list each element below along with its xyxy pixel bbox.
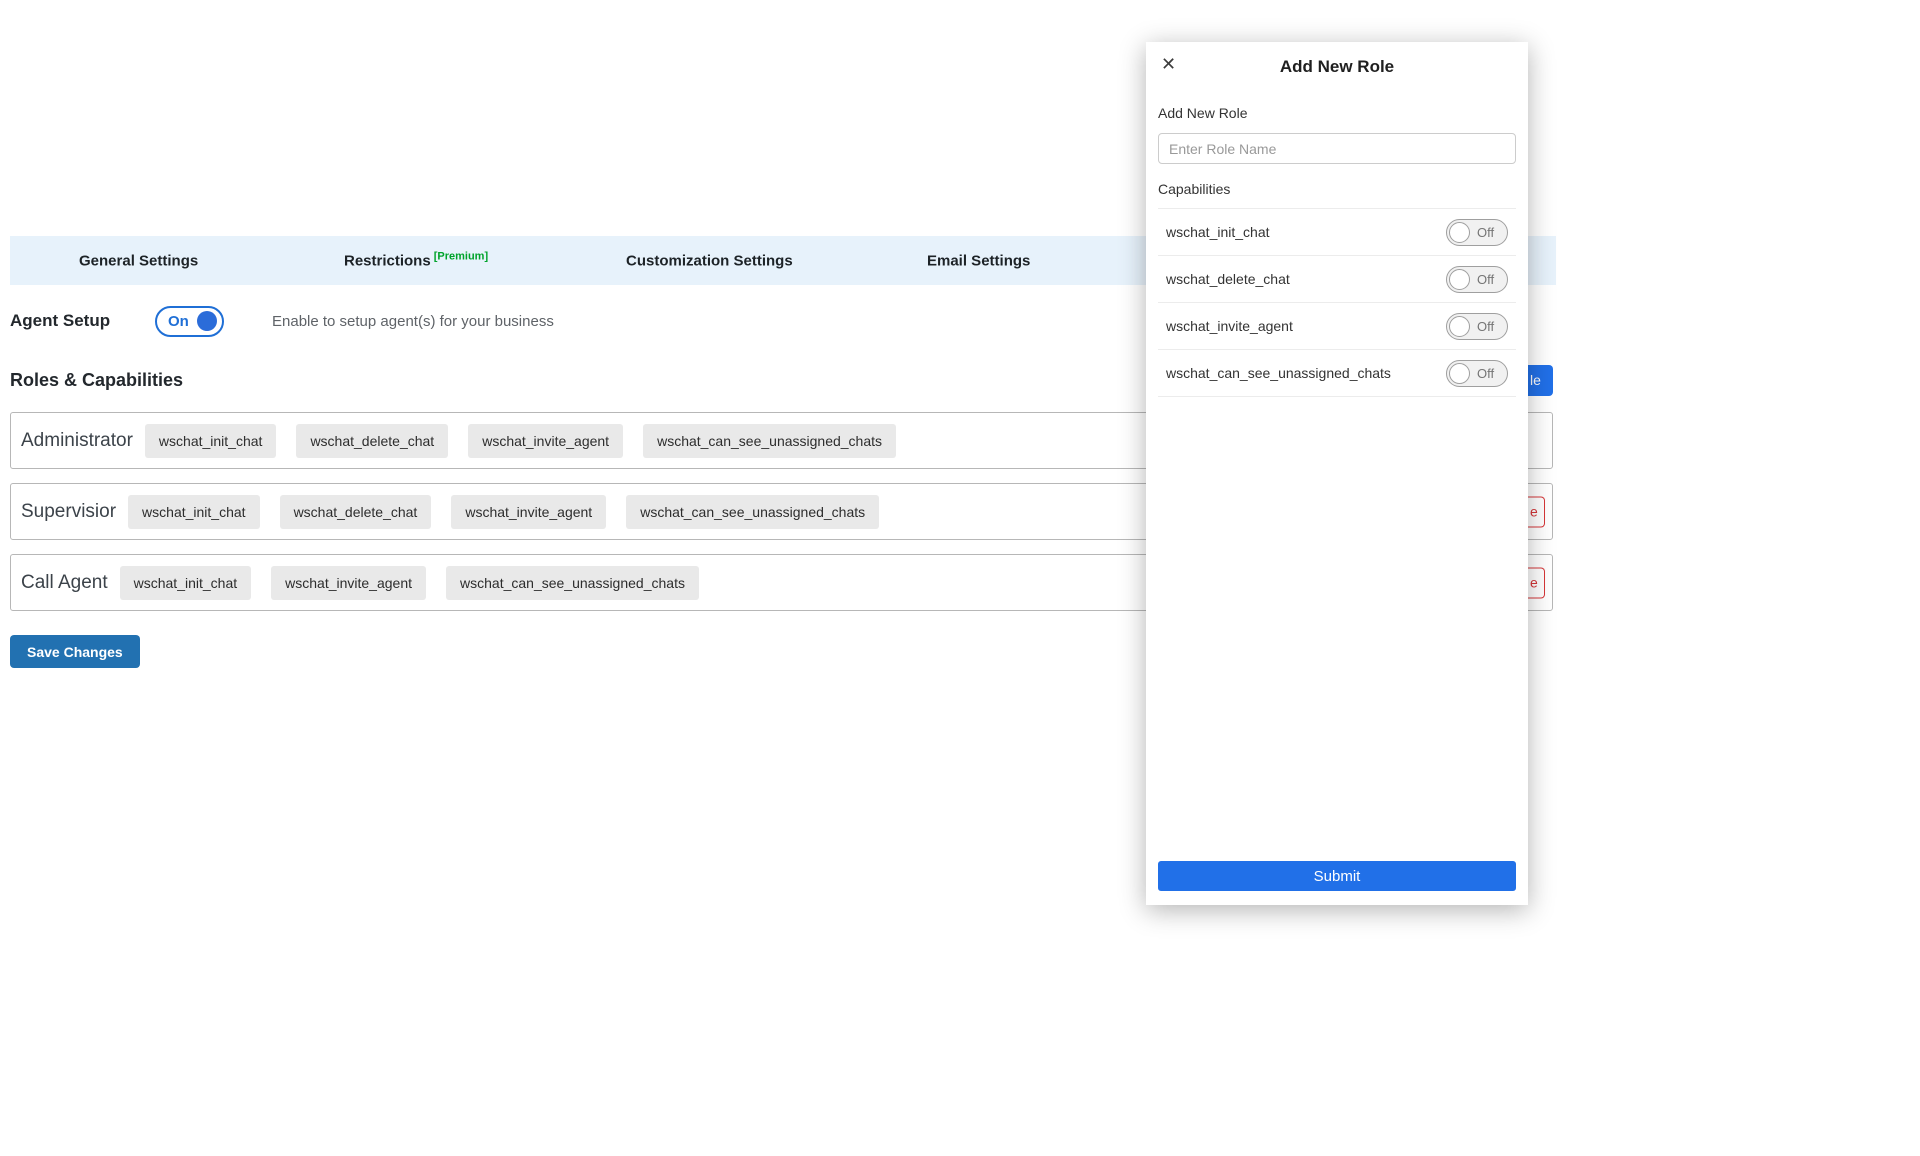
capability-name: wschat_invite_agent bbox=[1166, 318, 1293, 334]
roles-capabilities-heading: Roles & Capabilities bbox=[10, 370, 183, 391]
role-capability-chips: wschat_init_chat wschat_invite_agent wscha… bbox=[120, 566, 699, 600]
modal-capability-list: wschat_init_chat Off wschat_delete_chat … bbox=[1158, 208, 1516, 397]
add-new-role-modal: ✕ Add New Role Add New Role Capabilities… bbox=[1146, 42, 1528, 905]
toggle-knob bbox=[1449, 222, 1470, 243]
delete-role-button-partial[interactable]: e bbox=[1528, 567, 1545, 598]
toggle-state-label: Off bbox=[1477, 319, 1494, 334]
capability-name: wschat_init_chat bbox=[1166, 224, 1270, 240]
modal-title: Add New Role bbox=[1146, 42, 1528, 77]
capability-chip: wschat_can_see_unassigned_chats bbox=[643, 424, 896, 458]
agent-setup-row: Agent Setup On Enable to setup agent(s) … bbox=[10, 300, 554, 342]
capability-row: wschat_init_chat Off bbox=[1158, 209, 1516, 256]
capability-row: wschat_invite_agent Off bbox=[1158, 303, 1516, 350]
capability-chip: wschat_can_see_unassigned_chats bbox=[446, 566, 699, 600]
capability-chip: wschat_invite_agent bbox=[451, 495, 606, 529]
capability-row: wschat_can_see_unassigned_chats Off bbox=[1158, 350, 1516, 397]
tab-restrictions[interactable]: Restrictions[Premium] bbox=[344, 252, 488, 269]
capability-toggle[interactable]: Off bbox=[1446, 266, 1508, 293]
toggle-state-label: Off bbox=[1477, 225, 1494, 240]
toggle-knob bbox=[1449, 269, 1470, 290]
capabilities-label: Capabilities bbox=[1158, 181, 1516, 197]
capability-chip: wschat_init_chat bbox=[128, 495, 260, 529]
capability-chip: wschat_delete_chat bbox=[296, 424, 448, 458]
toggle-state-label: Off bbox=[1477, 272, 1494, 287]
role-name-field-label: Add New Role bbox=[1158, 105, 1516, 121]
agent-setup-toggle[interactable]: On bbox=[155, 306, 224, 337]
agent-setup-description: Enable to setup agent(s) for your busine… bbox=[272, 313, 554, 330]
capability-chip: wschat_invite_agent bbox=[468, 424, 623, 458]
save-changes-button[interactable]: Save Changes bbox=[10, 635, 140, 668]
role-name-input[interactable] bbox=[1158, 133, 1516, 164]
toggle-state-label: Off bbox=[1477, 366, 1494, 381]
toggle-knob bbox=[1449, 363, 1470, 384]
capability-toggle[interactable]: Off bbox=[1446, 313, 1508, 340]
capability-name: wschat_can_see_unassigned_chats bbox=[1166, 365, 1391, 381]
capability-chip: wschat_delete_chat bbox=[280, 495, 432, 529]
capability-toggle[interactable]: Off bbox=[1446, 360, 1508, 387]
tab-email-settings[interactable]: Email Settings bbox=[927, 252, 1030, 269]
tab-customization-settings[interactable]: Customization Settings bbox=[626, 252, 793, 269]
capability-chip: wschat_can_see_unassigned_chats bbox=[626, 495, 879, 529]
toggle-knob bbox=[197, 311, 217, 331]
role-capability-chips: wschat_init_chat wschat_delete_chat wschat… bbox=[145, 424, 896, 458]
add-new-role-button-partial[interactable]: le bbox=[1528, 365, 1553, 396]
tab-restrictions-label: Restrictions bbox=[344, 252, 431, 269]
tab-general-settings[interactable]: General Settings bbox=[79, 252, 198, 269]
role-name: Administrator bbox=[21, 430, 133, 452]
capability-chip: wschat_init_chat bbox=[120, 566, 252, 600]
submit-button[interactable]: Submit bbox=[1158, 861, 1516, 891]
toggle-knob bbox=[1449, 316, 1470, 337]
role-capability-chips: wschat_init_chat wschat_delete_chat wschat… bbox=[128, 495, 879, 529]
capability-name: wschat_delete_chat bbox=[1166, 271, 1290, 287]
capability-chip: wschat_init_chat bbox=[145, 424, 277, 458]
role-name: Call Agent bbox=[21, 572, 108, 594]
close-icon[interactable]: ✕ bbox=[1161, 55, 1176, 73]
capability-chip: wschat_invite_agent bbox=[271, 566, 426, 600]
delete-role-button-partial[interactable]: e bbox=[1528, 496, 1545, 527]
premium-badge: [Premium] bbox=[434, 250, 488, 262]
role-name: Supervisior bbox=[21, 501, 116, 523]
agent-setup-label: Agent Setup bbox=[10, 311, 155, 331]
capability-toggle[interactable]: Off bbox=[1446, 219, 1508, 246]
capability-row: wschat_delete_chat Off bbox=[1158, 256, 1516, 303]
toggle-on-label: On bbox=[168, 313, 189, 330]
